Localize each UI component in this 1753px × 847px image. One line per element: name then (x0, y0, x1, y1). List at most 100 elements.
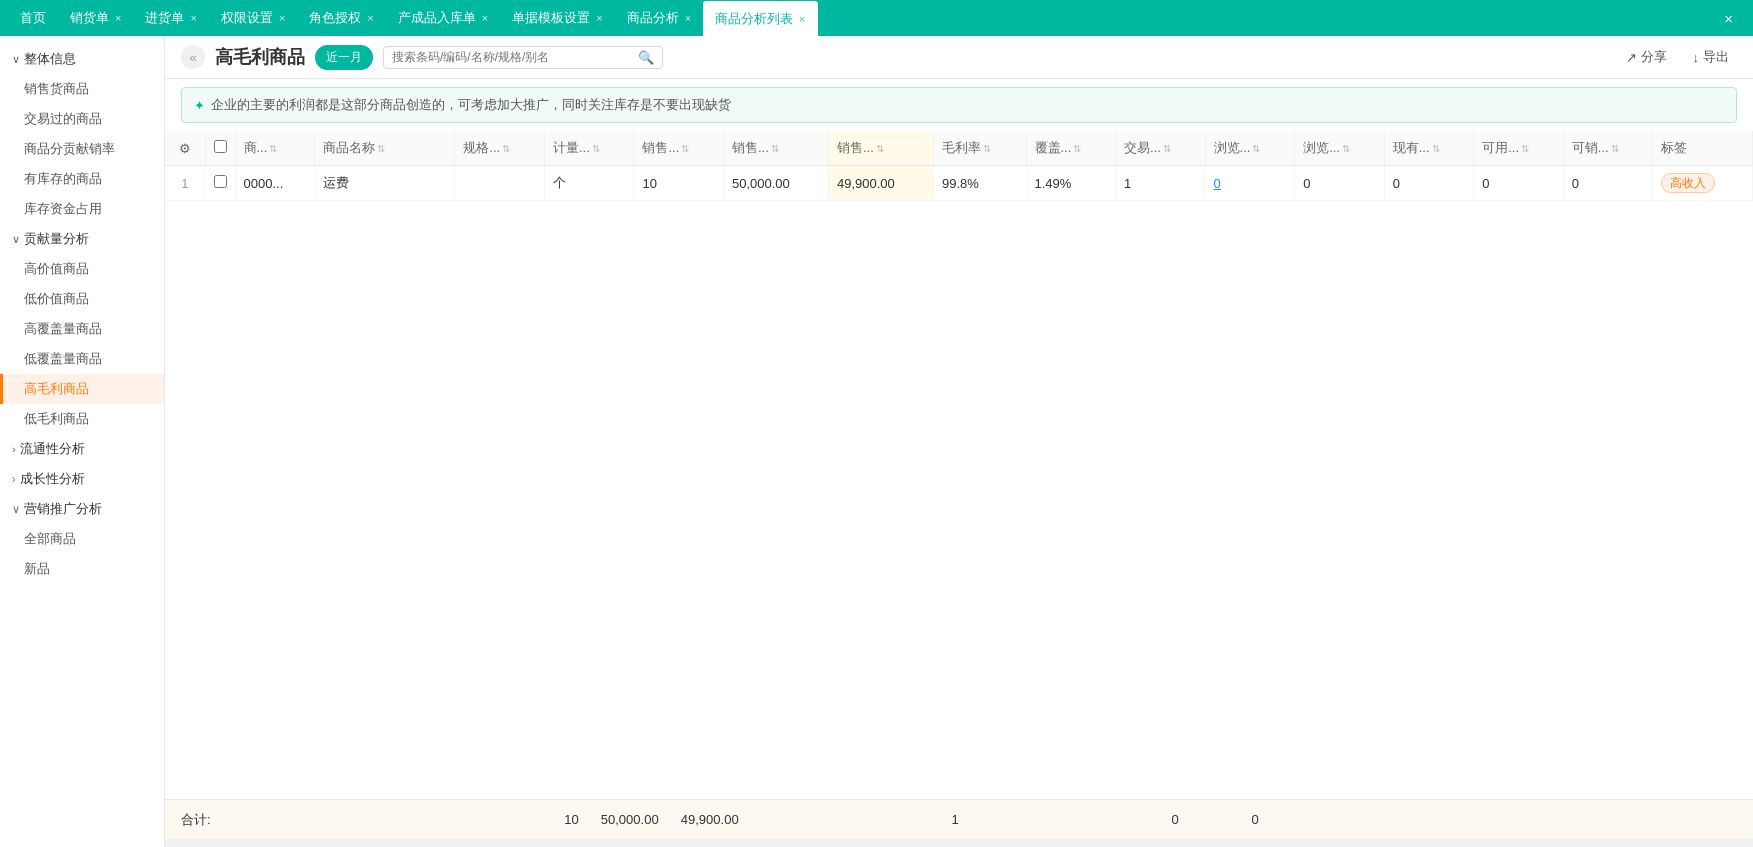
sidebar-item-contribution-rate[interactable]: 商品分贡献销率 (0, 134, 164, 164)
col-browse1[interactable]: 浏览... ⇅ (1205, 131, 1295, 166)
row-unit: 个 (544, 166, 634, 201)
footer-bar: 合计: 10 50,000.00 49,900.00 1 0 0 (165, 799, 1753, 839)
arrow-growth-icon: › (12, 473, 16, 485)
sidebar-item-all-goods[interactable]: 全部商品 (0, 524, 164, 554)
close-template-tab[interactable]: × (596, 12, 602, 24)
close-product-entry-tab[interactable]: × (482, 12, 488, 24)
footer-available: 0 (1187, 812, 1267, 827)
sort-transaction-icon: ⇅ (1163, 143, 1171, 154)
sidebar-item-high-coverage[interactable]: 高覆盖量商品 (0, 314, 164, 344)
col-unit[interactable]: 计量... ⇅ (544, 131, 634, 166)
row-gross-rate: 99.8% (933, 166, 1026, 201)
close-product-analysis-list-tab[interactable]: × (799, 13, 805, 25)
arrow-marketing-icon: ∨ (12, 503, 20, 516)
select-all-checkbox[interactable] (214, 140, 227, 153)
close-purchase-tab[interactable]: × (190, 12, 196, 24)
close-sales-tab[interactable]: × (115, 12, 121, 24)
nav-item-sales[interactable]: 销货单 × (58, 0, 133, 36)
arrow-overall-icon: ∨ (12, 53, 20, 66)
share-button[interactable]: ↗ 分享 (1618, 44, 1675, 70)
sidebar-item-low-coverage[interactable]: 低覆盖量商品 (0, 344, 164, 374)
col-browse2[interactable]: 浏览... ⇅ (1295, 131, 1385, 166)
row-coverage: 1.49% (1026, 166, 1116, 201)
nav-item-roles[interactable]: 角色授权 × (297, 0, 385, 36)
close-permissions-tab[interactable]: × (279, 12, 285, 24)
sidebar-item-stock-funds[interactable]: 库存资金占用 (0, 194, 164, 224)
col-saleable[interactable]: 可销... ⇅ (1563, 131, 1653, 166)
sort-spec-icon: ⇅ (502, 143, 510, 154)
sidebar-item-low-margin[interactable]: 低毛利商品 (0, 404, 164, 434)
row-checkbox-cell (205, 166, 235, 201)
col-current-stock[interactable]: 现有... ⇅ (1384, 131, 1474, 166)
sidebar-section-growth[interactable]: › 成长性分析 (0, 464, 164, 494)
sidebar-section-marketing[interactable]: ∨ 营销推广分析 (0, 494, 164, 524)
nav-item-product-analysis[interactable]: 商品分析 × (615, 0, 703, 36)
page-title: 高毛利商品 (215, 45, 305, 69)
footer-values: 10 50,000.00 49,900.00 1 0 0 (227, 812, 1737, 827)
footer-sales-cost: 49,900.00 (667, 812, 747, 827)
footer-current-stock: 0 (1107, 812, 1187, 827)
nav-item-product-analysis-list[interactable]: 商品分析列表 × (703, 1, 817, 37)
search-input[interactable] (392, 50, 634, 64)
window-close-button[interactable]: × (1712, 10, 1745, 27)
nav-item-purchase[interactable]: 进货单 × (133, 0, 208, 36)
row-available: 0 (1474, 166, 1564, 201)
row-num: 1 (165, 166, 205, 201)
main-layout: ∨ 整体信息 销售货商品 交易过的商品 商品分贡献销率 有库存的商品 库存资金占… (0, 36, 1753, 847)
sort-browse1-icon: ⇅ (1252, 143, 1260, 154)
sidebar-collapse-button[interactable]: « (181, 45, 205, 69)
sort-sales-cost-icon: ⇅ (876, 143, 884, 154)
bottom-scrollbar[interactable] (165, 839, 1753, 847)
col-name[interactable]: 商品名称 ⇅ (315, 131, 455, 166)
table-container: ⚙ 商... ⇅ 商品名称 (165, 131, 1753, 799)
search-box[interactable]: 🔍 (383, 46, 663, 69)
col-spec[interactable]: 规格... ⇅ (455, 131, 545, 166)
sidebar-section-liquidity[interactable]: › 流通性分析 (0, 434, 164, 464)
close-product-analysis-tab[interactable]: × (685, 12, 691, 24)
sidebar-item-in-stock[interactable]: 有库存的商品 (0, 164, 164, 194)
search-icon[interactable]: 🔍 (638, 50, 654, 65)
top-nav: 首页 销货单 × 进货单 × 权限设置 × 角色授权 × 产成品入库单 × 单据… (0, 0, 1753, 36)
sort-name-icon: ⇅ (377, 143, 385, 154)
col-sales-amount[interactable]: 销售... ⇅ (724, 131, 829, 166)
row-sales-qty: 10 (634, 166, 724, 201)
sort-gross-rate-icon: ⇅ (983, 143, 991, 154)
info-icon: ✦ (194, 98, 205, 113)
collapse-icon: « (189, 50, 196, 65)
row-spec (455, 166, 545, 201)
sort-browse2-icon: ⇅ (1342, 143, 1350, 154)
sidebar-item-sales-goods[interactable]: 销售货商品 (0, 74, 164, 104)
col-available[interactable]: 可用... ⇅ (1474, 131, 1564, 166)
export-icon: ↓ (1693, 50, 1700, 65)
footer-label: 合计: (181, 811, 211, 829)
sort-saleable-icon: ⇅ (1611, 143, 1619, 154)
col-tag[interactable]: 标签 (1653, 131, 1753, 166)
sidebar-section-contribution[interactable]: ∨ 贡献量分析 (0, 224, 164, 254)
footer-sales-amount: 50,000.00 (587, 812, 667, 827)
close-roles-tab[interactable]: × (367, 12, 373, 24)
nav-item-template-settings[interactable]: 单据模板设置 × (500, 0, 614, 36)
row-checkbox[interactable] (214, 175, 227, 188)
col-settings[interactable]: ⚙ (165, 131, 205, 166)
sidebar-item-new-goods[interactable]: 新品 (0, 554, 164, 584)
export-button[interactable]: ↓ 导出 (1685, 44, 1738, 70)
nav-item-home[interactable]: 首页 (8, 0, 58, 36)
filter-last-month-button[interactable]: 近一月 (315, 45, 373, 70)
sidebar-item-high-value[interactable]: 高价值商品 (0, 254, 164, 284)
nav-item-product-entry[interactable]: 产成品入库单 × (386, 0, 500, 36)
nav-item-permissions[interactable]: 权限设置 × (209, 0, 297, 36)
col-transaction[interactable]: 交易... ⇅ (1116, 131, 1206, 166)
col-sales-qty[interactable]: 销售... ⇅ (634, 131, 724, 166)
products-table: ⚙ 商... ⇅ 商品名称 (165, 131, 1753, 201)
table-header-row: ⚙ 商... ⇅ 商品名称 (165, 131, 1753, 166)
col-code[interactable]: 商... ⇅ (235, 131, 315, 166)
share-icon: ↗ (1626, 50, 1637, 65)
row-browse1[interactable]: 0 (1205, 166, 1295, 201)
sidebar-item-low-value[interactable]: 低价值商品 (0, 284, 164, 314)
col-gross-rate[interactable]: 毛利率 ⇅ (933, 131, 1026, 166)
col-sales-cost[interactable]: 销售... ⇅ (828, 131, 933, 166)
sidebar-section-overall[interactable]: ∨ 整体信息 (0, 44, 164, 74)
col-coverage[interactable]: 覆盖... ⇅ (1026, 131, 1116, 166)
sidebar-item-high-margin[interactable]: 高毛利商品 (0, 374, 164, 404)
sidebar-item-traded-goods[interactable]: 交易过的商品 (0, 104, 164, 134)
